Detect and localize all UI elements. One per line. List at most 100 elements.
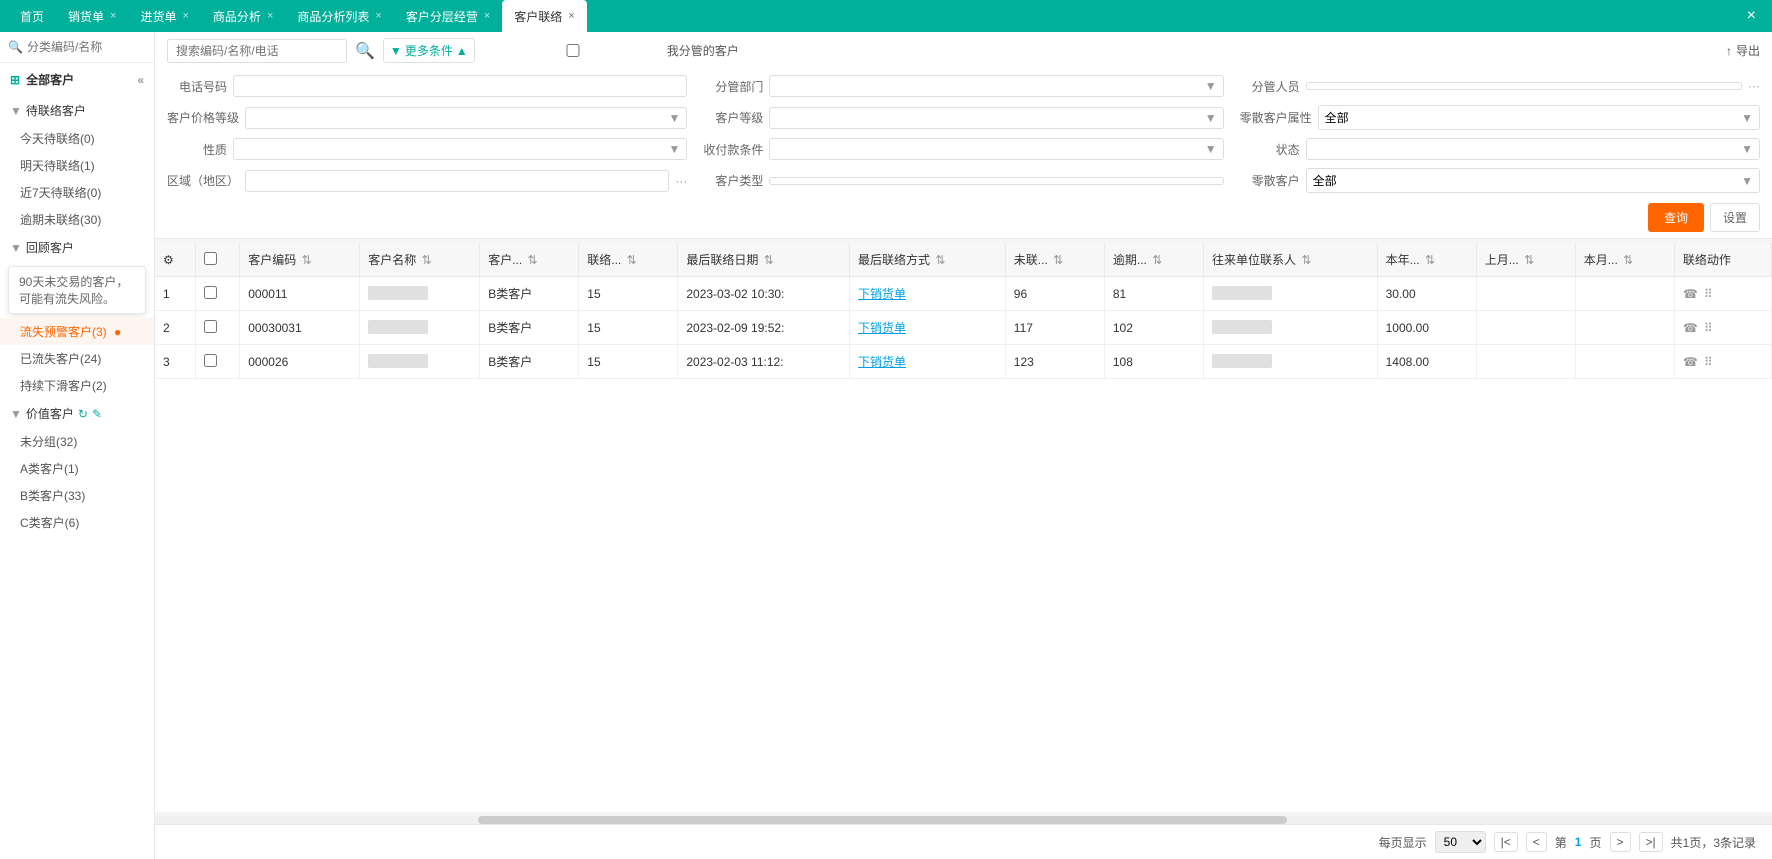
select-all-checkbox[interactable] [204, 252, 217, 265]
sort-icon: ⇅ [764, 253, 774, 267]
page-size-select[interactable]: 50 100 200 [1435, 831, 1486, 853]
row-checkbox[interactable] [204, 320, 217, 333]
sidebar-item-ungrouped[interactable]: 未分组(32) [0, 428, 154, 455]
contact-method-link[interactable]: 下销货单 [858, 355, 906, 369]
my-customer-checkbox[interactable] [483, 44, 663, 57]
row-checkbox[interactable] [204, 286, 217, 299]
sort-icon: ⇅ [422, 253, 432, 267]
search-input[interactable] [167, 39, 347, 63]
col-this-month[interactable]: 本月... ⇅ [1575, 243, 1674, 277]
chevron-down-icon: ▼ [1741, 111, 1753, 125]
horizontal-scrollbar[interactable] [155, 816, 1772, 824]
close-icon[interactable]: × [375, 10, 381, 22]
col-type[interactable]: 客户... ⇅ [480, 243, 579, 277]
close-icon[interactable]: × [568, 10, 574, 22]
row-code: 000026 [240, 345, 360, 379]
close-icon[interactable]: × [182, 10, 188, 22]
col-name[interactable]: 客户名称 ⇅ [360, 243, 480, 277]
sidebar-item-overdue-contact[interactable]: 逾期未联络(30) [0, 206, 154, 233]
row-name [360, 345, 480, 379]
export-button[interactable]: ↑ 导出 [1726, 42, 1760, 59]
first-page-button[interactable]: |< [1494, 832, 1518, 852]
row-no-contact: 96 [1005, 277, 1104, 311]
next-page-button[interactable]: > [1610, 832, 1631, 852]
more-filter-button[interactable]: ▼ 更多条件 ▲ [383, 38, 475, 63]
row-last-month [1476, 311, 1575, 345]
tab-customer-tier[interactable]: 客户分层经营 × [394, 0, 502, 32]
col-last-date[interactable]: 最后联络日期 ⇅ [678, 243, 850, 277]
all-customers-header[interactable]: ⊞ 全部客户 « [0, 63, 154, 96]
search-button[interactable]: 🔍 [355, 41, 375, 61]
contact-method-link[interactable]: 下销货单 [858, 287, 906, 301]
phone-input[interactable] [233, 75, 687, 97]
gender-select[interactable]: ▼ [233, 138, 687, 160]
window-close-button[interactable]: × [1739, 7, 1764, 25]
my-customer-checkbox-label[interactable]: 我分管的客户 [483, 42, 739, 59]
category-search-input[interactable] [27, 40, 146, 54]
retail-select[interactable]: 全部 ▼ [1306, 168, 1760, 193]
sidebar-item-class-b[interactable]: B类客户(33) [0, 482, 154, 509]
tab-product-analysis[interactable]: 商品分析 × [201, 0, 285, 32]
row-unit-contact [1203, 345, 1377, 379]
col-settings[interactable]: ⚙ [155, 243, 195, 277]
table-row: 3000026 B类客户152023-02-03 11:12:下销货单12310… [155, 345, 1772, 379]
tab-purchase[interactable]: 进货单 × [128, 0, 200, 32]
col-code[interactable]: 客户编码 ⇅ [240, 243, 360, 277]
tab-home[interactable]: 首页 [8, 0, 56, 32]
sidebar-item-class-c[interactable]: C类客户(6) [0, 509, 154, 536]
more-icon[interactable]: ··· [1748, 79, 1760, 93]
customer-type-select[interactable] [769, 177, 1223, 185]
more-icon[interactable]: ··· [675, 174, 687, 188]
contact-icon[interactable]: ☎ [1683, 321, 1698, 335]
chevron-down-icon: ▼ [1741, 142, 1753, 156]
col-overdue[interactable]: 逾期... ⇅ [1104, 243, 1203, 277]
sidebar-item-declining[interactable]: 持续下滑客户(2) [0, 372, 154, 399]
sidebar-item-tomorrow[interactable]: 明天待联络(1) [0, 152, 154, 179]
customer-level-select[interactable]: ▼ [769, 107, 1223, 129]
setting-button[interactable]: 设置 [1710, 203, 1760, 232]
contact-method-link[interactable]: 下销货单 [858, 321, 906, 335]
sidebar-item-class-a[interactable]: A类客户(1) [0, 455, 154, 482]
edit-icon[interactable]: ✎ [92, 407, 102, 421]
col-last-method[interactable]: 最后联络方式 ⇅ [850, 243, 1006, 277]
prev-page-button[interactable]: < [1526, 832, 1547, 852]
sidebar-item-churn-warning[interactable]: 流失预警客户(3) ● [0, 318, 154, 345]
sidebar-group-value[interactable]: ▼ 价值客户 ↻ ✎ [0, 399, 154, 428]
tab-customer-contact[interactable]: 客户联络 × [502, 0, 586, 32]
sidebar-group-review[interactable]: ▼ 回顾客户 [0, 233, 154, 262]
status-select[interactable]: ▼ [1306, 138, 1760, 160]
col-this-year[interactable]: 本年... ⇅ [1377, 243, 1476, 277]
payment-select[interactable]: ▼ [769, 138, 1223, 160]
last-page-button[interactable]: >| [1639, 832, 1663, 852]
query-button[interactable]: 查询 [1648, 203, 1704, 232]
sidebar-item-week[interactable]: 近7天待联络(0) [0, 179, 154, 206]
refresh-icon[interactable]: ↻ [78, 407, 88, 421]
dept-select[interactable]: ▼ [769, 75, 1223, 97]
tab-product-list[interactable]: 商品分析列表 × [285, 0, 393, 32]
col-checkbox[interactable] [195, 243, 240, 277]
sidebar-item-today[interactable]: 今天待联络(0) [0, 125, 154, 152]
col-unit-contact[interactable]: 往来单位联系人 ⇅ [1203, 243, 1377, 277]
more-actions-icon[interactable]: ⠿ [1704, 355, 1713, 369]
retail-attr-select[interactable]: 全部 ▼ [1318, 105, 1760, 130]
row-checkbox[interactable] [204, 354, 217, 367]
close-icon[interactable]: × [484, 10, 490, 22]
region-input[interactable] [245, 170, 669, 192]
contact-icon[interactable]: ☎ [1683, 287, 1698, 301]
tab-sales[interactable]: 销货单 × [56, 0, 128, 32]
col-no-contact[interactable]: 未联... ⇅ [1005, 243, 1104, 277]
sidebar-item-churned[interactable]: 已流失客户(24) [0, 345, 154, 372]
col-last-month[interactable]: 上月... ⇅ [1476, 243, 1575, 277]
sidebar-group-pending[interactable]: ▼ 待联络客户 [0, 96, 154, 125]
close-icon[interactable]: × [267, 10, 273, 22]
manager-select[interactable] [1306, 82, 1742, 90]
row-overdue: 81 [1104, 277, 1203, 311]
price-select[interactable]: ▼ [245, 107, 687, 129]
more-actions-icon[interactable]: ⠿ [1704, 287, 1713, 301]
main-layout: 🔍 ⊞ 全部客户 « ▼ 待联络客户 今天待联络(0) 明天待联络(1) 近7天… [0, 32, 1772, 859]
col-contacts[interactable]: 联络... ⇅ [579, 243, 678, 277]
more-actions-icon[interactable]: ⠿ [1704, 321, 1713, 335]
close-icon[interactable]: × [110, 10, 116, 22]
contact-icon[interactable]: ☎ [1683, 355, 1698, 369]
scrollbar-thumb[interactable] [478, 816, 1287, 824]
